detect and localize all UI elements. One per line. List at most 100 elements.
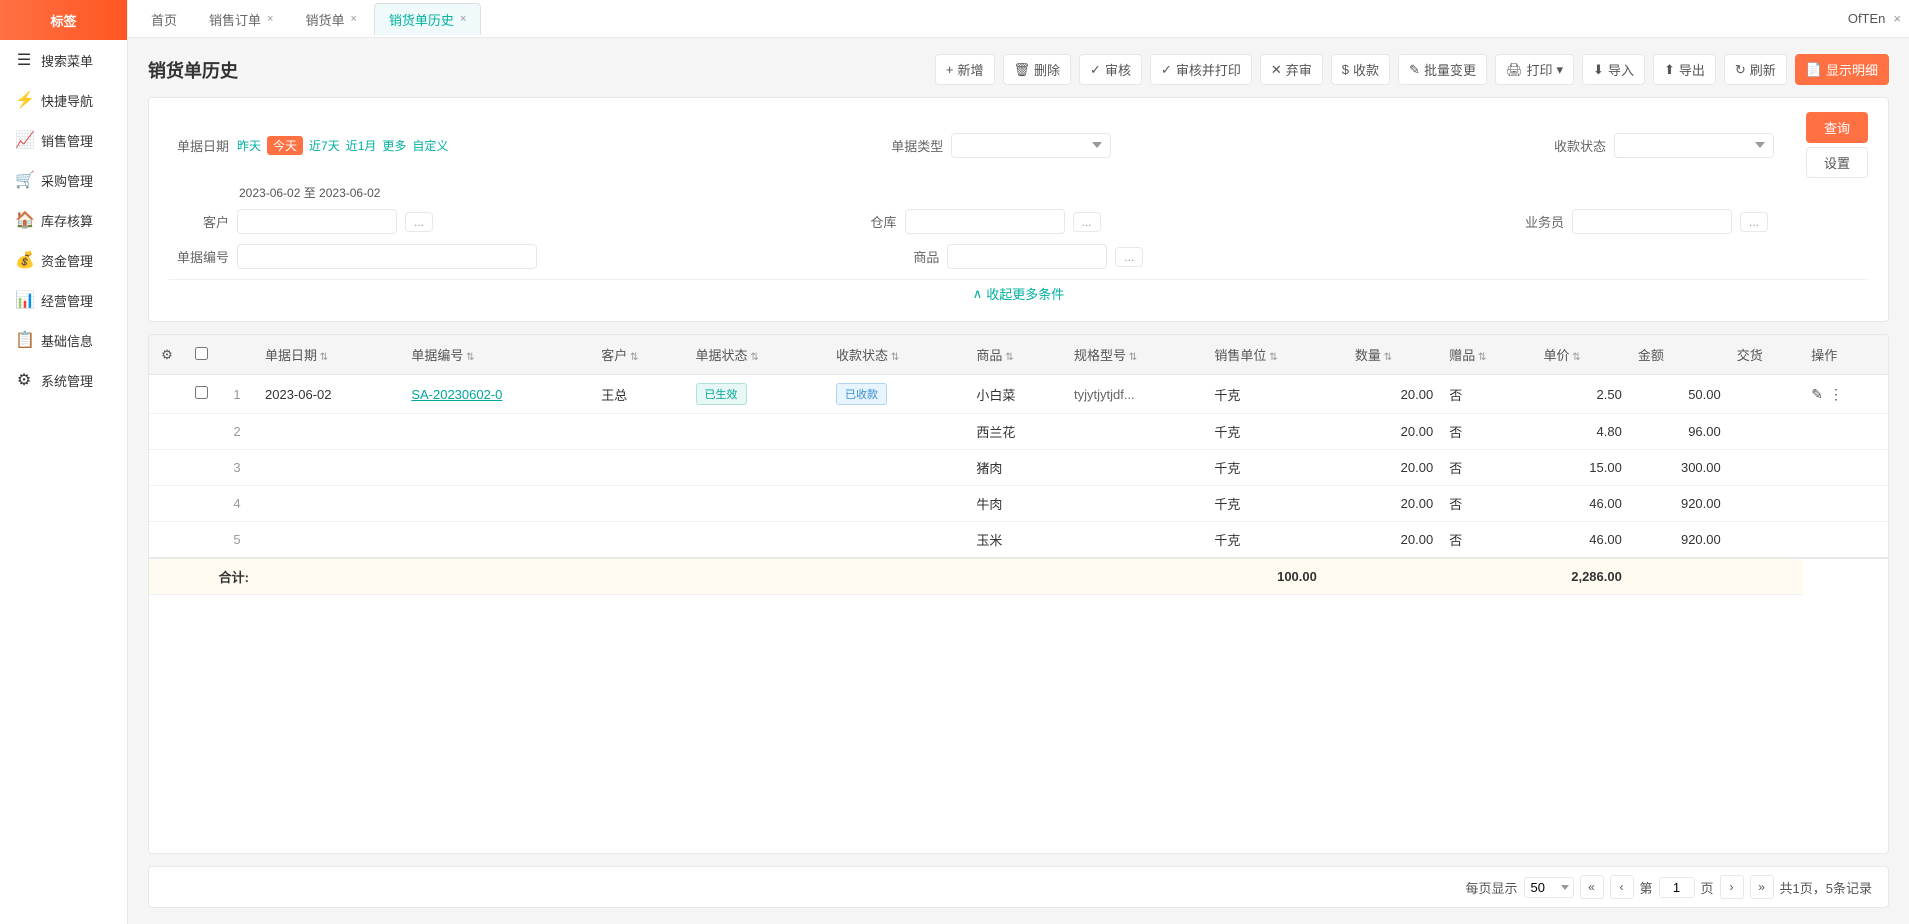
collapse-label: 收起更多条件 bbox=[986, 284, 1064, 303]
customer-ellipsis[interactable]: ... bbox=[405, 212, 433, 232]
cell-checkbox[interactable] bbox=[185, 450, 217, 486]
col-docno[interactable]: 单据编号 bbox=[403, 335, 593, 375]
product-ellipsis[interactable]: ... bbox=[1115, 247, 1143, 267]
abandon-button[interactable]: ✕ 弃审 bbox=[1260, 54, 1323, 85]
cell-qty: 20.00 bbox=[1347, 486, 1441, 522]
col-product[interactable]: 商品 bbox=[968, 335, 1066, 375]
sidebar-item-sales[interactable]: 📈 销售管理 bbox=[0, 120, 127, 160]
delete-button[interactable]: 🗑 删除 bbox=[1003, 54, 1072, 85]
prev-page-button[interactable]: ‹ bbox=[1610, 875, 1634, 899]
cell-docno bbox=[403, 522, 593, 559]
shortcut-custom[interactable]: 自定义 bbox=[412, 137, 448, 154]
cell-gift: 否 bbox=[1441, 375, 1535, 414]
sidebar-item-basic-info[interactable]: 📋 基础信息 bbox=[0, 320, 127, 360]
shortcut-more[interactable]: 更多 bbox=[382, 137, 406, 154]
tab-sales-order[interactable]: 销售订单 × bbox=[194, 3, 288, 35]
sidebar-item-search-menu[interactable]: ☰ 搜索菜单 bbox=[0, 40, 127, 80]
tab-home[interactable]: 首页 bbox=[136, 3, 192, 35]
collect-button[interactable]: $ 收款 bbox=[1331, 54, 1390, 85]
edit-action-icon[interactable]: ✎ bbox=[1811, 386, 1823, 403]
tab-sales-slip[interactable]: 销货单 × bbox=[290, 3, 371, 35]
batch-change-label: 批量变更 bbox=[1424, 60, 1476, 79]
refresh-button[interactable]: ↻ 刷新 bbox=[1724, 54, 1787, 85]
cell-product: 西兰花 bbox=[968, 414, 1066, 450]
sidebar-item-operations[interactable]: 📊 经营管理 bbox=[0, 280, 127, 320]
print-button[interactable]: 🖨 打印 ▾ bbox=[1495, 54, 1574, 85]
shortcut-today[interactable]: 今天 bbox=[267, 136, 303, 155]
col-price[interactable]: 单价 bbox=[1536, 335, 1630, 375]
cell-checkbox[interactable] bbox=[185, 522, 217, 559]
audit-button[interactable]: ✓ 审核 bbox=[1079, 54, 1142, 85]
select-all-checkbox[interactable] bbox=[195, 347, 208, 360]
cell-price: 2.50 bbox=[1536, 375, 1630, 414]
cell-spec bbox=[1066, 414, 1206, 450]
shortcut-yesterday[interactable]: 昨天 bbox=[237, 137, 261, 154]
warehouse-ellipsis[interactable]: ... bbox=[1073, 212, 1101, 232]
settings-button[interactable]: 设置 bbox=[1806, 147, 1868, 178]
tab-sales-order-close[interactable]: × bbox=[267, 13, 273, 25]
collapse-button[interactable]: ∧ 收起更多条件 bbox=[169, 279, 1868, 307]
window-close-button[interactable]: × bbox=[1893, 11, 1901, 26]
query-button[interactable]: 查询 bbox=[1806, 112, 1868, 143]
sidebar-item-label: 系统管理 bbox=[41, 371, 93, 390]
sidebar-item-quick-nav[interactable]: ⚡ 快捷导航 bbox=[0, 80, 127, 120]
show-detail-button[interactable]: 📄 显示明细 bbox=[1795, 54, 1889, 85]
inventory-icon: 🏠 bbox=[15, 210, 33, 230]
col-gift[interactable]: 赠品 bbox=[1441, 335, 1535, 375]
sidebar-item-label: 经营管理 bbox=[41, 291, 93, 310]
col-spec[interactable]: 规格型号 bbox=[1066, 335, 1206, 375]
doc-no-link[interactable]: SA-20230602-0 bbox=[411, 387, 502, 402]
product-input[interactable] bbox=[947, 244, 1107, 269]
audit-print-button[interactable]: ✓ 审核并打印 bbox=[1150, 54, 1252, 85]
last-page-button[interactable]: » bbox=[1750, 875, 1774, 899]
filter-row-2: 客户 ... 仓库 ... 业务员 ... bbox=[169, 209, 1868, 234]
doc-type-select[interactable] bbox=[951, 133, 1111, 158]
sidebar-item-system[interactable]: ⚙ 系统管理 bbox=[0, 360, 127, 400]
import-button[interactable]: ⬇ 导入 bbox=[1582, 54, 1645, 85]
sidebar-item-inventory[interactable]: 🏠 库存核算 bbox=[0, 200, 127, 240]
pagination: 每页显示 50 100 200 « ‹ 第 1 页 › » 共1页，5条记录 bbox=[1465, 875, 1872, 899]
sidebar: 标签 ☰ 搜索菜单 ⚡ 快捷导航 📈 销售管理 🛒 采购管理 🏠 库存核算 💰 … bbox=[0, 0, 128, 924]
sidebar-item-label: 销售管理 bbox=[41, 131, 93, 150]
sidebar-item-label: 资金管理 bbox=[41, 251, 93, 270]
tab-sales-slip-close[interactable]: × bbox=[350, 13, 356, 25]
col-checkbox[interactable] bbox=[185, 335, 217, 375]
tab-sales-history-close[interactable]: × bbox=[460, 13, 466, 25]
col-settings[interactable]: ⚙ bbox=[149, 335, 185, 375]
page-input[interactable]: 1 bbox=[1659, 877, 1695, 898]
cell-unit: 千克 bbox=[1206, 375, 1346, 414]
staff-ellipsis[interactable]: ... bbox=[1740, 212, 1768, 232]
brand-logo: 标签 bbox=[0, 0, 127, 40]
cell-date bbox=[257, 450, 403, 486]
staff-input[interactable] bbox=[1572, 209, 1732, 234]
col-unit[interactable]: 销售单位 bbox=[1206, 335, 1346, 375]
shortcut-1month[interactable]: 近1月 bbox=[346, 137, 377, 154]
customer-input[interactable] bbox=[237, 209, 397, 234]
more-action-icon[interactable]: ⋮ bbox=[1829, 386, 1843, 403]
export-button[interactable]: ⬆ 导出 bbox=[1653, 54, 1716, 85]
batch-change-button[interactable]: ✎ 批量变更 bbox=[1398, 54, 1487, 85]
row-checkbox[interactable] bbox=[195, 386, 208, 399]
col-qty[interactable]: 数量 bbox=[1347, 335, 1441, 375]
delete-icon: 🗑 bbox=[1014, 62, 1031, 78]
first-page-button[interactable]: « bbox=[1580, 875, 1604, 899]
col-doc-status[interactable]: 单据状态 bbox=[688, 335, 828, 375]
cell-checkbox[interactable] bbox=[185, 414, 217, 450]
add-button[interactable]: + 新增 bbox=[935, 54, 995, 85]
sidebar-item-purchase[interactable]: 🛒 采购管理 bbox=[0, 160, 127, 200]
per-page-select[interactable]: 50 100 200 bbox=[1524, 877, 1574, 898]
warehouse-input[interactable] bbox=[905, 209, 1065, 234]
tab-sales-history[interactable]: 销货单历史 × bbox=[374, 3, 481, 35]
cell-checkbox[interactable] bbox=[185, 486, 217, 522]
total-label: 合计: bbox=[149, 558, 257, 595]
col-payment-status[interactable]: 收款状态 bbox=[828, 335, 968, 375]
abandon-icon: ✕ bbox=[1271, 62, 1282, 78]
sidebar-item-finance[interactable]: 💰 资金管理 bbox=[0, 240, 127, 280]
col-date[interactable]: 单据日期 bbox=[257, 335, 403, 375]
payment-status-select[interactable] bbox=[1614, 133, 1774, 158]
cell-checkbox[interactable] bbox=[185, 375, 217, 414]
next-page-button[interactable]: › bbox=[1720, 875, 1744, 899]
shortcut-7days[interactable]: 近7天 bbox=[309, 137, 340, 154]
docno-input[interactable] bbox=[237, 244, 537, 269]
col-customer[interactable]: 客户 bbox=[593, 335, 687, 375]
